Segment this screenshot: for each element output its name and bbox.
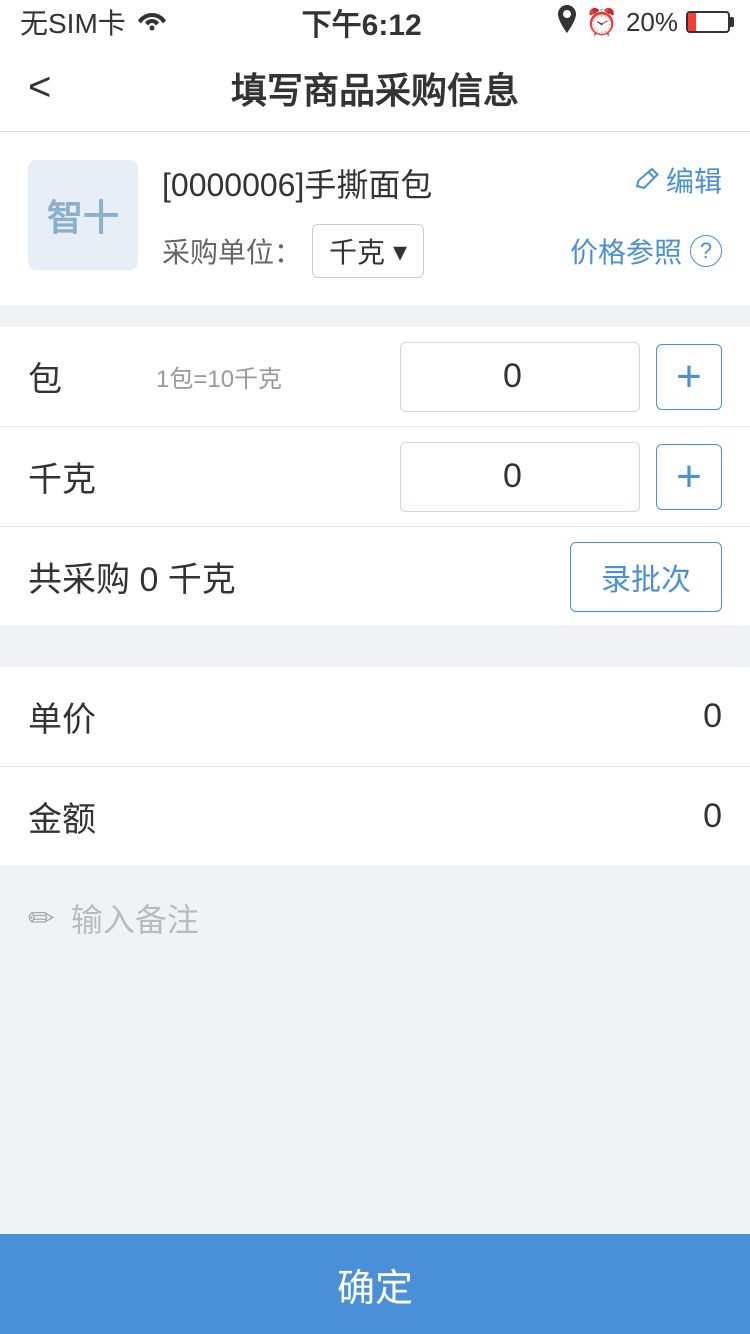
- summary-row: 共采购 0 千克 录批次: [0, 527, 750, 627]
- kg-plus-button[interactable]: +: [656, 444, 722, 510]
- purchase-unit-label: 采购单位：: [162, 231, 302, 271]
- info-icon: ?: [690, 235, 722, 267]
- kg-label: 千克: [28, 452, 148, 501]
- confirm-button[interactable]: 确定: [0, 1234, 750, 1334]
- bag-sublabel: 1包=10千克: [156, 359, 282, 394]
- battery-icon: [686, 11, 730, 33]
- product-card: 智十 [0000006]手撕面包 编辑 采购单位： 千克 ▾ 价格参照 ?: [0, 132, 750, 307]
- content-spacer: [0, 969, 750, 1269]
- product-thumbnail: 智十: [28, 160, 138, 270]
- page-title: 填写商品采购信息: [231, 62, 519, 114]
- location-icon: [556, 5, 578, 40]
- kg-input-row: 千克 +: [0, 427, 750, 527]
- purchase-unit-row: 采购单位： 千克 ▾ 价格参照 ?: [162, 224, 722, 278]
- product-name: [0000006]手撕面包: [162, 160, 432, 206]
- nav-bar: < 填写商品采购信息: [0, 44, 750, 132]
- product-info: [0000006]手撕面包 编辑 采购单位： 千克 ▾ 价格参照 ?: [162, 160, 722, 278]
- wifi-icon: [136, 6, 168, 38]
- kg-input-wrap: +: [148, 442, 722, 512]
- summary-text: 共采购 0 千克: [28, 552, 236, 601]
- dropdown-icon: ▾: [393, 235, 407, 268]
- back-button[interactable]: <: [28, 65, 51, 110]
- status-bar: 无SIM卡 下午6:12 ⏰ 20%: [0, 0, 750, 44]
- bag-plus-button[interactable]: +: [656, 344, 722, 410]
- status-time: 下午6:12: [302, 0, 422, 44]
- product-name-row: [0000006]手撕面包 编辑: [162, 160, 722, 206]
- bag-label: 包: [28, 352, 148, 401]
- amount-value: 0: [703, 797, 722, 836]
- pencil-icon: ✏: [28, 899, 55, 937]
- bag-input-row: 包 1包=10千克 +: [0, 327, 750, 427]
- remark-section[interactable]: ✏ 输入备注: [0, 867, 750, 969]
- unit-price-value: 0: [703, 697, 722, 736]
- bag-input[interactable]: [400, 342, 640, 412]
- section-divider-1: [0, 307, 750, 327]
- amount-row: 金额 0: [0, 767, 750, 867]
- bag-input-wrap: +: [282, 342, 722, 412]
- carrier-text: 无SIM卡: [20, 2, 126, 42]
- kg-input[interactable]: [400, 442, 640, 512]
- section-divider-2: [0, 627, 750, 647]
- status-right: ⏰ 20%: [556, 5, 730, 40]
- unit-value: 千克: [329, 231, 385, 271]
- unit-select[interactable]: 千克 ▾: [312, 224, 424, 278]
- remark-placeholder: 输入备注: [71, 895, 199, 941]
- status-left: 无SIM卡: [20, 2, 168, 42]
- alarm-icon: ⏰: [586, 7, 618, 38]
- price-ref-button[interactable]: 价格参照 ?: [570, 231, 722, 271]
- amount-label: 金额: [28, 792, 96, 841]
- bag-input-section: 包 1包=10千克 + 千克 +: [0, 327, 750, 527]
- unit-price-row: 单价 0: [0, 667, 750, 767]
- edit-button[interactable]: 编辑: [634, 160, 722, 200]
- batch-button[interactable]: 录批次: [570, 542, 722, 612]
- price-section: 单价 0 金额 0: [0, 667, 750, 867]
- unit-price-label: 单价: [28, 692, 96, 741]
- battery-text: 20%: [626, 7, 678, 38]
